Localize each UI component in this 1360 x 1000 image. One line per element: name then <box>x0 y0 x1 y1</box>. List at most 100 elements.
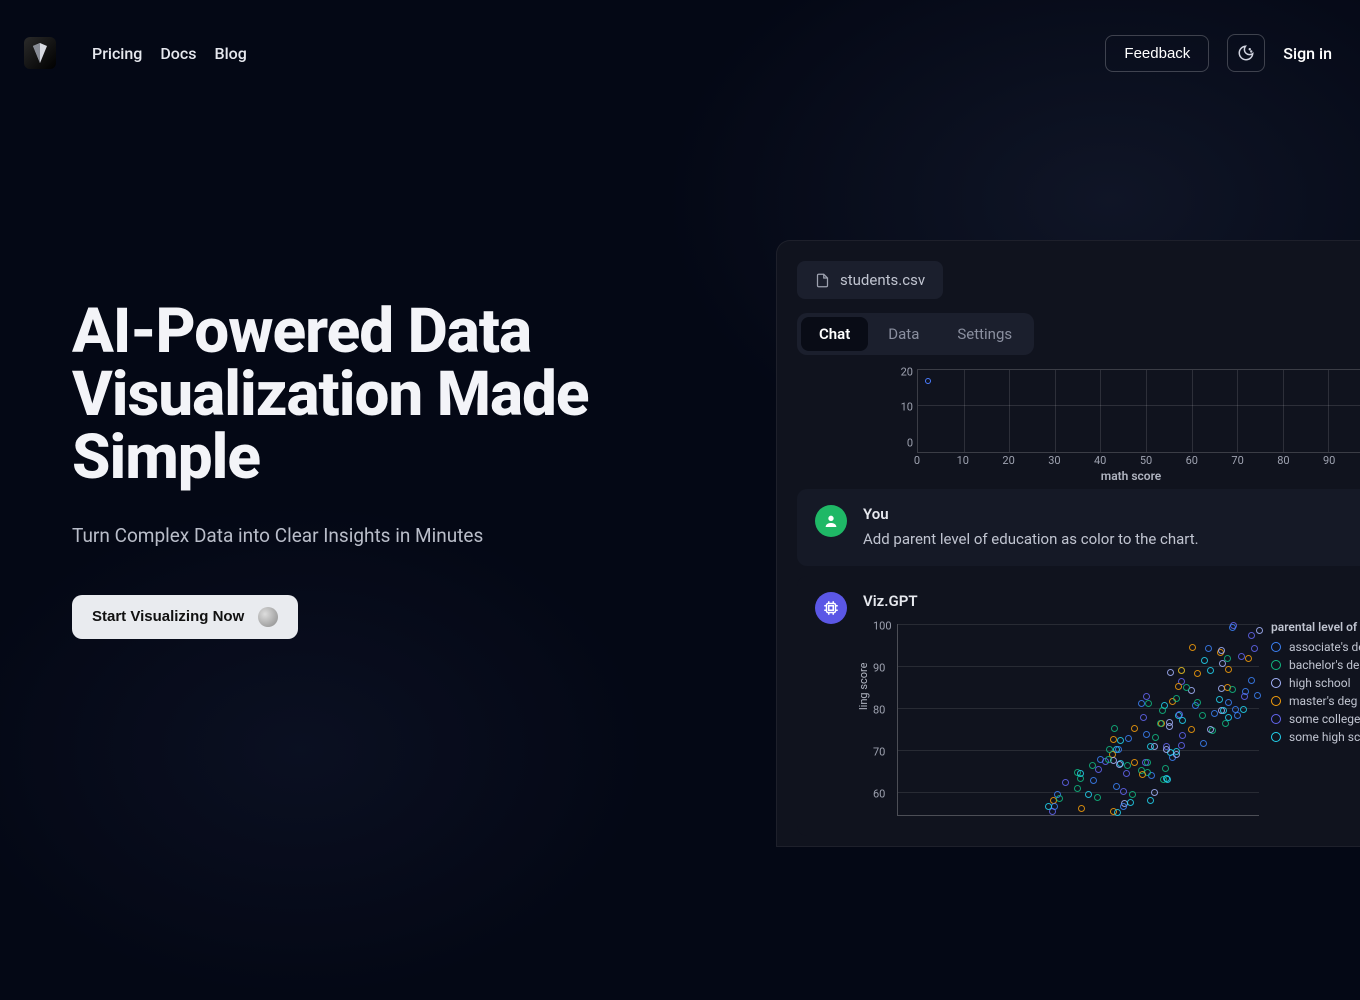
nav-docs[interactable]: Docs <box>160 44 196 63</box>
file-icon <box>815 273 830 288</box>
legend-swatch <box>1271 696 1281 706</box>
data-point <box>1173 695 1180 702</box>
data-point <box>1166 723 1173 730</box>
user-text: Add parent level of education as color t… <box>863 529 1357 550</box>
legend-label: associate's de <box>1289 640 1360 654</box>
mini-ytick: 20 <box>887 366 913 379</box>
chip-icon <box>822 599 840 617</box>
scatter-ytick: 80 <box>873 704 885 717</box>
file-chip[interactable]: students.csv <box>797 261 943 299</box>
start-visualizing-button[interactable]: Start Visualizing Now <box>72 595 298 639</box>
data-point <box>1139 771 1146 778</box>
hero: AI-Powered Data Visualization Made Simpl… <box>72 300 692 639</box>
data-point <box>1219 660 1226 667</box>
data-point <box>1085 791 1092 798</box>
data-point <box>1248 677 1255 684</box>
data-point <box>1256 627 1263 634</box>
data-point <box>1245 655 1252 662</box>
header: Pricing Docs Blog Feedback Sign in <box>0 0 1360 82</box>
data-point <box>1232 706 1239 713</box>
data-point <box>1201 657 1208 664</box>
legend-label: some high sc <box>1289 730 1360 744</box>
data-point <box>1125 735 1132 742</box>
legend-swatch <box>1271 660 1281 670</box>
data-point <box>1120 788 1127 795</box>
scatter-ytick: 90 <box>873 662 885 675</box>
tab-settings[interactable]: Settings <box>939 317 1030 351</box>
legend-title: parental level of <box>1271 620 1360 634</box>
bot-avatar <box>815 592 847 624</box>
mini-xtick: 90 <box>1323 454 1335 467</box>
logo[interactable] <box>24 37 56 69</box>
data-point <box>1140 714 1147 721</box>
legend-swatch <box>1271 732 1281 742</box>
sign-in-link[interactable]: Sign in <box>1283 44 1332 63</box>
tab-data[interactable]: Data <box>870 317 937 351</box>
data-point <box>1248 632 1255 639</box>
mini-xtick: 80 <box>1277 454 1289 467</box>
legend-swatch <box>1271 678 1281 688</box>
data-point <box>1225 714 1232 721</box>
data-point <box>1131 759 1138 766</box>
data-point <box>1207 726 1214 733</box>
data-point <box>1062 779 1069 786</box>
legend-row: high school <box>1271 676 1360 690</box>
hero-title: AI-Powered Data Visualization Made Simpl… <box>72 300 692 490</box>
nav-blog[interactable]: Blog <box>214 44 246 63</box>
data-point <box>1183 684 1190 691</box>
mini-chart: 20 10 0 0 10 20 30 40 50 60 70 80 90 100… <box>887 369 1360 479</box>
data-point <box>1114 809 1121 816</box>
nav-pricing[interactable]: Pricing <box>92 44 142 63</box>
scatter-grid <box>897 624 1259 816</box>
data-point <box>1074 785 1081 792</box>
scatter-ytick: 100 <box>873 620 892 633</box>
mini-xtick: 40 <box>1094 454 1106 467</box>
demo-panel: students.csv Chat Data Settings 20 10 0 … <box>776 240 1360 847</box>
data-point <box>1129 791 1136 798</box>
data-point <box>1056 795 1063 802</box>
data-point <box>1147 797 1154 804</box>
tab-chat[interactable]: Chat <box>801 317 868 351</box>
user-message: You Add parent level of education as col… <box>797 489 1360 566</box>
data-point <box>1211 710 1218 717</box>
data-point <box>1145 700 1152 707</box>
mini-ytick: 0 <box>887 437 913 450</box>
data-point <box>1143 731 1150 738</box>
data-point <box>1200 740 1207 747</box>
data-point <box>1123 770 1130 777</box>
mini-xtick: 70 <box>1231 454 1243 467</box>
data-point <box>1225 666 1232 673</box>
scatter-ytick: 70 <box>873 746 885 759</box>
mini-xtick: 30 <box>1048 454 1060 467</box>
data-point <box>1115 746 1122 753</box>
data-point <box>1127 799 1134 806</box>
theme-toggle-button[interactable] <box>1227 34 1265 72</box>
data-point <box>1163 746 1170 753</box>
legend-row: some college <box>1271 712 1360 726</box>
data-point <box>1131 725 1138 732</box>
data-point <box>1151 789 1158 796</box>
legend-swatch <box>1271 714 1281 724</box>
feedback-button[interactable]: Feedback <box>1105 35 1209 72</box>
person-icon <box>823 513 839 529</box>
data-point <box>1194 699 1201 706</box>
data-point <box>1189 644 1196 651</box>
legend: parental level of associate's de bachelor… <box>1271 620 1360 820</box>
data-point <box>1225 699 1232 706</box>
data-point <box>1199 712 1206 719</box>
data-point <box>1159 707 1166 714</box>
legend-swatch <box>1271 642 1281 652</box>
data-point <box>1207 667 1214 674</box>
data-point <box>1078 805 1085 812</box>
data-point <box>1179 717 1186 724</box>
data-point <box>1194 670 1201 677</box>
data-point <box>1162 765 1169 772</box>
cta-label: Start Visualizing Now <box>92 608 244 625</box>
mini-grid <box>917 369 1360 453</box>
data-point <box>1175 683 1182 690</box>
header-right: Feedback Sign in <box>1105 34 1332 72</box>
data-point <box>1178 667 1185 674</box>
data-point <box>1179 732 1186 739</box>
data-point <box>1094 794 1101 801</box>
legend-row: bachelor's de <box>1271 658 1360 672</box>
